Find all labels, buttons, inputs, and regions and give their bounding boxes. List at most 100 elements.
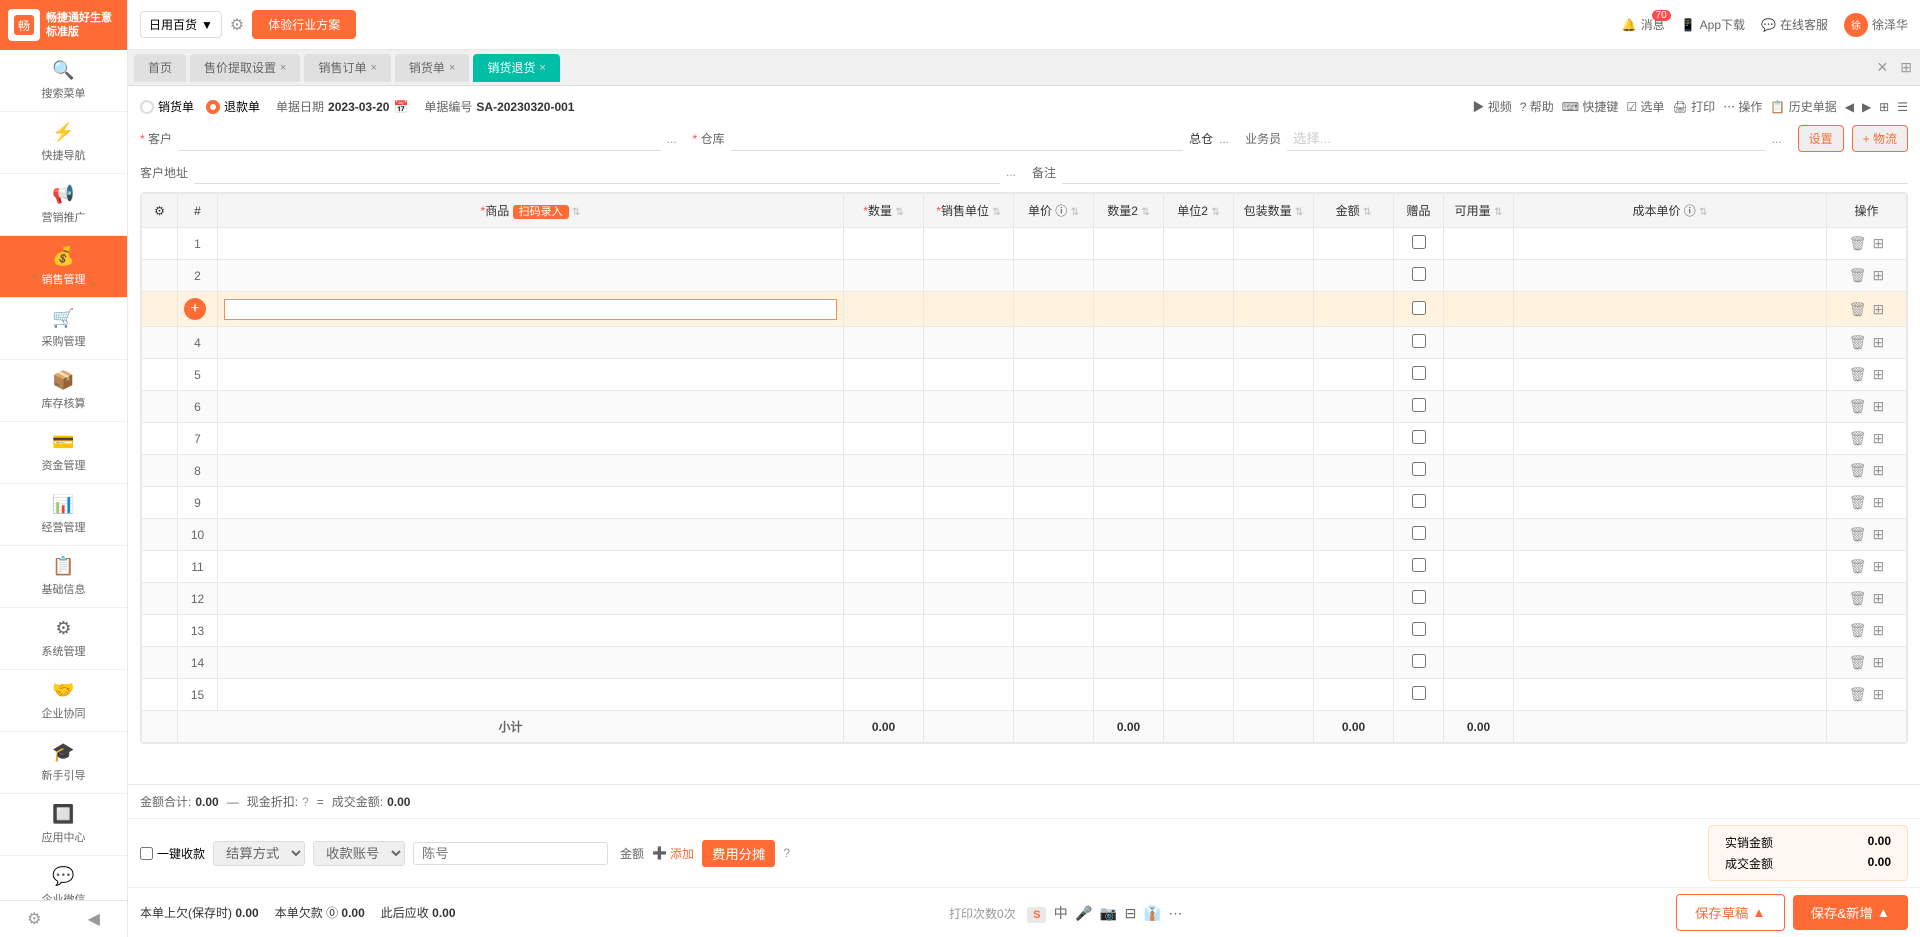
available-cell[interactable] <box>1444 647 1514 679</box>
available-cell[interactable] <box>1444 583 1514 615</box>
tab-home[interactable]: 首页 <box>134 54 186 82</box>
industry-selector[interactable]: 日用百货 ▼ <box>140 11 222 38</box>
delete-row-icon[interactable]: 🗑 <box>1849 654 1867 671</box>
more-ops-btn[interactable]: ⋯ 操作 <box>1723 98 1762 115</box>
hotkeys-btn[interactable]: ⌨ 快捷键 <box>1562 98 1619 115</box>
note-input[interactable] <box>1062 160 1908 184</box>
sidebar-collapse-btn[interactable]: ◀ <box>88 909 100 929</box>
user-menu[interactable]: 徐 徐泽华 <box>1844 13 1908 37</box>
gift-checkbox[interactable] <box>1412 654 1426 668</box>
scan-btn[interactable]: 扫码录入 <box>513 205 569 219</box>
amount-cell[interactable] <box>1314 519 1394 551</box>
unit-cell[interactable] <box>924 583 1014 615</box>
gift-cell[interactable] <box>1394 228 1444 260</box>
more-icon[interactable]: ⋯ <box>1169 905 1183 921</box>
print-btn[interactable]: 🖨 打印 <box>1673 98 1716 115</box>
delete-row-icon[interactable]: 🗑 <box>1849 686 1867 703</box>
gift-cell[interactable] <box>1394 647 1444 679</box>
sidebar-item-system[interactable]: ⚙ 系统管理 <box>0 608 127 670</box>
unit-cell[interactable] <box>924 647 1014 679</box>
delete-row-icon[interactable]: 🗑 <box>1849 398 1867 415</box>
copy-row-icon[interactable]: ⊞ <box>1873 398 1885 415</box>
calendar-icon[interactable]: 📅 <box>393 100 408 114</box>
available-cell[interactable] <box>1444 519 1514 551</box>
cost-price-cell[interactable] <box>1514 615 1827 647</box>
gift-cell[interactable] <box>1394 615 1444 647</box>
one-click-payment-checkbox[interactable]: 一键收款 <box>140 845 205 862</box>
unit-price-cell[interactable] <box>1014 391 1094 423</box>
unit-sort[interactable]: ⇅ <box>992 207 1000 218</box>
delete-row-icon[interactable]: 🗑 <box>1849 622 1867 639</box>
unit2-cell[interactable] <box>1164 487 1234 519</box>
pack-qty-cell[interactable] <box>1234 359 1314 391</box>
pack-qty-cell[interactable] <box>1234 228 1314 260</box>
gift-checkbox[interactable] <box>1412 590 1426 604</box>
gift-checkbox[interactable] <box>1412 462 1426 476</box>
save-draft-btn[interactable]: 保存草稿 ▲ <box>1676 894 1785 931</box>
delete-row-icon[interactable]: 🗑 <box>1849 462 1867 479</box>
product-cell[interactable] <box>218 423 844 455</box>
gift-cell[interactable] <box>1394 487 1444 519</box>
logistics-btn[interactable]: + 物流 <box>1852 125 1908 152</box>
cost-price-cell[interactable] <box>1514 327 1827 359</box>
table-icon[interactable]: ⊟ <box>1125 905 1137 921</box>
pack-qty-cell[interactable] <box>1234 260 1314 292</box>
gift-checkbox[interactable] <box>1412 366 1426 380</box>
qty-cell[interactable] <box>844 551 924 583</box>
pack-qty-cell[interactable] <box>1234 615 1314 647</box>
unit-price-cell[interactable] <box>1014 455 1094 487</box>
address-input[interactable] <box>194 160 1000 184</box>
unit2-cell[interactable] <box>1164 391 1234 423</box>
qty-cell[interactable] <box>844 583 924 615</box>
sidebar-item-purchase[interactable]: 🛒 采购管理 <box>0 298 127 360</box>
pack-qty-cell[interactable] <box>1234 679 1314 711</box>
delete-row-icon[interactable]: 🗑 <box>1849 558 1867 575</box>
tab-sale-return[interactable]: 销货退货 × <box>473 54 559 82</box>
available-cell[interactable] <box>1444 487 1514 519</box>
cost-price-cell[interactable] <box>1514 487 1827 519</box>
gift-checkbox[interactable] <box>1412 622 1426 636</box>
nav-next-btn[interactable]: ▶ <box>1862 100 1871 114</box>
unit2-cell[interactable] <box>1164 615 1234 647</box>
product-cell[interactable] <box>218 327 844 359</box>
qty-cell[interactable] <box>844 487 924 519</box>
unit-cell[interactable] <box>924 327 1014 359</box>
pack-qty-cell[interactable] <box>1234 487 1314 519</box>
online-service-link[interactable]: 💬 在线客服 <box>1761 16 1828 33</box>
add-row-btn[interactable]: + <box>184 298 206 320</box>
packqty-sort[interactable]: ⇅ <box>1295 207 1303 218</box>
video-btn[interactable]: ▶ 视频 <box>1472 98 1511 115</box>
available-cell[interactable] <box>1444 615 1514 647</box>
qty2-cell[interactable] <box>1094 292 1164 327</box>
amount-cell[interactable] <box>1314 647 1394 679</box>
gift-cell[interactable] <box>1394 679 1444 711</box>
pack-qty-cell[interactable] <box>1234 647 1314 679</box>
copy-row-icon[interactable]: ⊞ <box>1873 366 1885 383</box>
save-draft-dropdown-icon[interactable]: ▲ <box>1752 905 1765 920</box>
product-cell[interactable] <box>218 647 844 679</box>
grid-view-btn[interactable]: ⊞ <box>1879 100 1889 114</box>
gift-checkbox[interactable] <box>1412 526 1426 540</box>
help-btn[interactable]: ? 帮助 <box>1520 98 1554 115</box>
gift-cell[interactable] <box>1394 327 1444 359</box>
product-cell[interactable] <box>218 679 844 711</box>
cost-price-cell[interactable] <box>1514 260 1827 292</box>
sidebar-item-enterprise[interactable]: 🤝 企业协同 <box>0 670 127 732</box>
tab-sale-delivery[interactable]: 销货单 × <box>395 54 469 82</box>
product-cell[interactable] <box>218 615 844 647</box>
unit-cell[interactable] <box>924 519 1014 551</box>
payment-checkbox-input[interactable] <box>140 847 153 860</box>
warehouse-select-btn[interactable]: ... <box>1219 132 1229 146</box>
amount-cell[interactable] <box>1314 615 1394 647</box>
copy-row-icon[interactable]: ⊞ <box>1873 235 1885 252</box>
split-help-icon[interactable]: ? <box>783 846 790 860</box>
sidebar-item-shortcuts[interactable]: ⚡ 快捷导航 <box>0 112 127 174</box>
pack-qty-cell[interactable] <box>1234 292 1314 327</box>
delete-row-icon[interactable]: 🗑 <box>1849 430 1867 447</box>
product-cell[interactable] <box>218 260 844 292</box>
qty2-cell[interactable] <box>1094 455 1164 487</box>
cost-price-cell[interactable] <box>1514 423 1827 455</box>
copy-row-icon[interactable]: ⊞ <box>1873 301 1885 318</box>
sidebar-item-sales[interactable]: 💰 销售管理 <box>0 236 127 298</box>
qty-cell[interactable] <box>844 292 924 327</box>
